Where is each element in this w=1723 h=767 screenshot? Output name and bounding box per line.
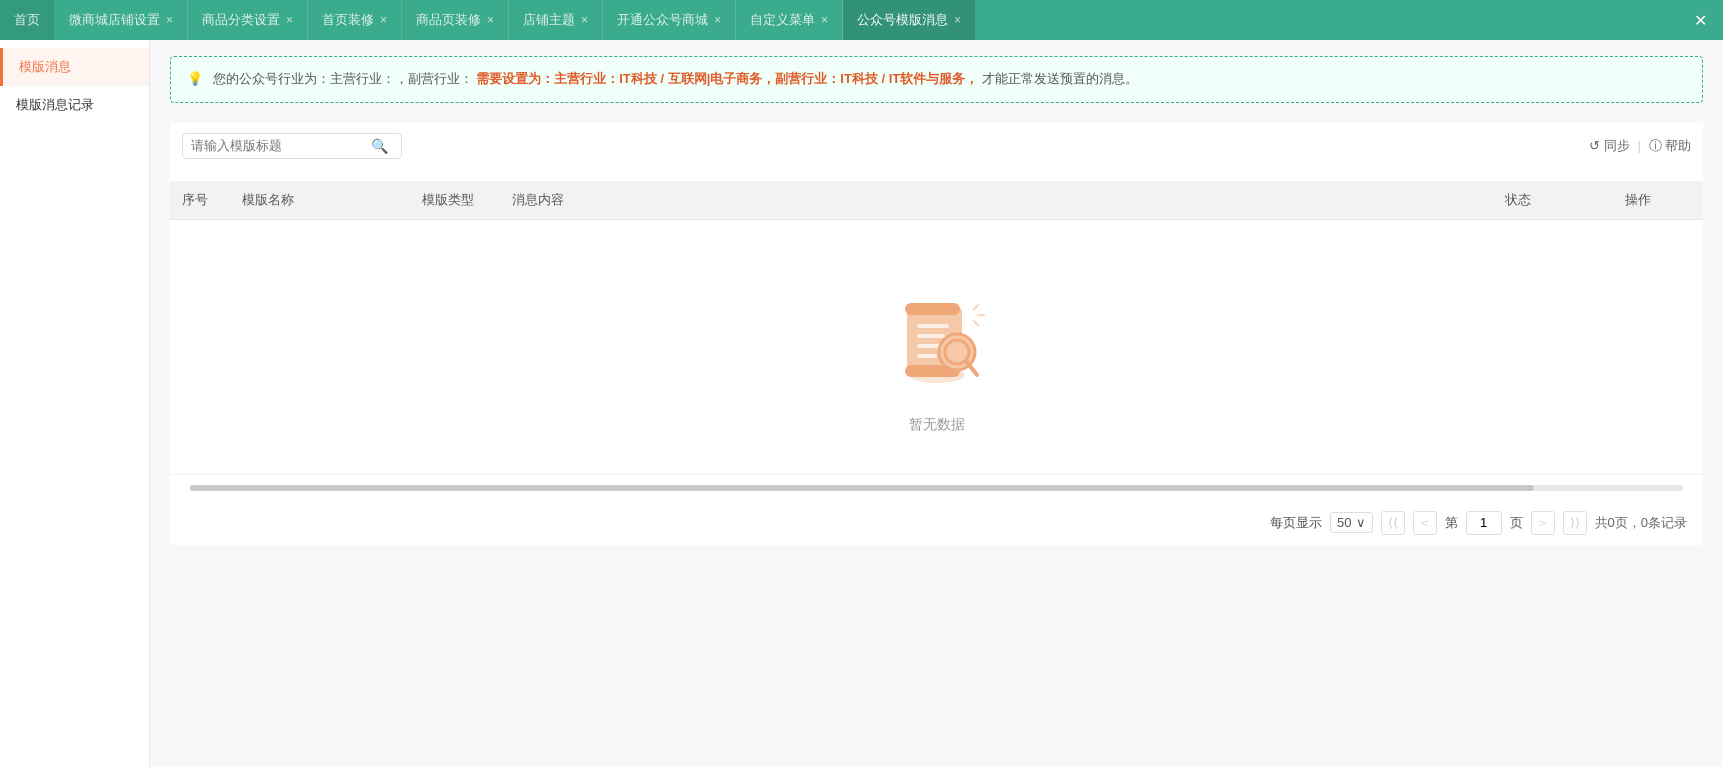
- svg-rect-7: [917, 354, 937, 358]
- close-tab-product-decor[interactable]: ×: [487, 13, 494, 27]
- svg-line-13: [973, 320, 979, 326]
- notice-highlight: 需要设置为：主营行业：IT科技 / 互联网|电子商务，副营行业：IT科技 / I…: [476, 71, 978, 86]
- prev-page-button[interactable]: ＜: [1413, 511, 1437, 535]
- bulb-icon: 💡: [187, 71, 203, 86]
- tab-product-decor[interactable]: 商品页装修 ×: [402, 0, 509, 40]
- sidebar-item-template-msg[interactable]: 模版消息: [0, 48, 149, 86]
- page-size-select[interactable]: 50 ∨: [1330, 512, 1372, 533]
- page-size-label: 每页显示: [1270, 514, 1322, 532]
- pagination-bar: 每页显示 50 ∨ ⟨⟨ ＜ 第 页 ＞ ⟩⟩: [170, 501, 1703, 545]
- first-page-button[interactable]: ⟨⟨: [1381, 511, 1405, 535]
- main-layout: 模版消息 模版消息记录 💡 您的公众号行业为：主营行业：，副营行业： 需要设置为…: [0, 40, 1723, 767]
- divider: |: [1638, 138, 1641, 153]
- last-page-button[interactable]: ⟩⟩: [1563, 511, 1587, 535]
- empty-illustration: [877, 280, 997, 400]
- sidebar: 模版消息 模版消息记录: [0, 40, 150, 767]
- empty-row: 暂无数据: [170, 219, 1703, 474]
- tab-store-theme[interactable]: 店铺主题 ×: [509, 0, 603, 40]
- page-word: 第: [1445, 514, 1458, 532]
- page-unit: 页: [1510, 514, 1523, 532]
- scroll-track[interactable]: [190, 485, 1683, 491]
- close-tab-template-msg[interactable]: ×: [954, 13, 961, 27]
- svg-rect-4: [917, 324, 949, 328]
- close-tab-weshop[interactable]: ×: [166, 13, 173, 27]
- empty-text: 暂无数据: [909, 416, 965, 434]
- col-index: 序号: [170, 181, 230, 220]
- notice-banner: 💡 您的公众号行业为：主营行业：，副营行业： 需要设置为：主营行业：IT科技 /…: [170, 56, 1703, 103]
- svg-line-11: [973, 304, 979, 310]
- table-header-row: 序号 模版名称 模版类型 消息内容 状态 操作: [170, 181, 1703, 220]
- global-close-button[interactable]: ✕: [1678, 11, 1723, 30]
- first-page-icon: ⟨⟨: [1388, 515, 1398, 530]
- total-text: 共0页，0条记录: [1595, 514, 1687, 532]
- col-name: 模版名称: [230, 181, 410, 220]
- tab-open-mall[interactable]: 开通公众号商城 ×: [603, 0, 736, 40]
- search-icon[interactable]: 🔍: [371, 138, 388, 154]
- close-tab-open-mall[interactable]: ×: [714, 13, 721, 27]
- page-number-input[interactable]: [1466, 511, 1502, 535]
- col-content: 消息内容: [500, 181, 1493, 220]
- content-area: 💡 您的公众号行业为：主营行业：，副营行业： 需要设置为：主营行业：IT科技 /…: [150, 40, 1723, 767]
- search-input-wrap: 🔍: [182, 133, 402, 159]
- table-wrapper: 🔍 ↺ 同步 | ⓘ 帮助 序号: [170, 123, 1703, 545]
- tab-home[interactable]: 首页: [0, 0, 55, 40]
- last-page-icon: ⟩⟩: [1570, 515, 1580, 530]
- help-circle-icon: ⓘ: [1649, 137, 1662, 155]
- close-tab-custom-menu[interactable]: ×: [821, 13, 828, 27]
- col-type: 模版类型: [410, 181, 500, 220]
- help-button[interactable]: ⓘ 帮助: [1649, 137, 1691, 155]
- scroll-thumb: [190, 485, 1534, 491]
- sync-icon: ↺: [1589, 138, 1600, 153]
- next-page-icon: ＞: [1536, 514, 1549, 532]
- sidebar-item-template-msg-record[interactable]: 模版消息记录: [0, 86, 149, 124]
- tab-custom-menu[interactable]: 自定义菜单 ×: [736, 0, 843, 40]
- col-action: 操作: [1613, 181, 1703, 220]
- notice-prefix: 您的公众号行业为：主营行业：，副营行业：: [213, 71, 473, 86]
- toolbar-right: ↺ 同步 | ⓘ 帮助: [1589, 137, 1691, 155]
- page-size-value: 50: [1337, 515, 1351, 530]
- scroll-bar-row: [170, 474, 1703, 501]
- prev-page-icon: ＜: [1418, 514, 1431, 532]
- tab-template-msg[interactable]: 公众号模版消息 ×: [843, 0, 976, 40]
- svg-rect-2: [905, 303, 960, 315]
- next-page-button[interactable]: ＞: [1531, 511, 1555, 535]
- top-nav: 首页 微商城店铺设置 × 商品分类设置 × 首页装修 × 商品页装修 × 店铺主…: [0, 0, 1723, 40]
- data-table: 序号 模版名称 模版类型 消息内容 状态 操作: [170, 181, 1703, 474]
- search-area: 🔍 ↺ 同步 | ⓘ 帮助: [170, 123, 1703, 169]
- svg-rect-5: [917, 334, 945, 338]
- tab-category[interactable]: 商品分类设置 ×: [188, 0, 308, 40]
- tab-homepage-decor[interactable]: 首页装修 ×: [308, 0, 402, 40]
- empty-state: 暂无数据: [170, 220, 1703, 474]
- close-tab-category[interactable]: ×: [286, 13, 293, 27]
- notice-suffix: 才能正常发送预置的消息。: [982, 71, 1138, 86]
- sync-button[interactable]: ↺ 同步: [1589, 137, 1630, 155]
- close-tab-homepage-decor[interactable]: ×: [380, 13, 387, 27]
- search-input[interactable]: [191, 138, 371, 153]
- chevron-down-icon: ∨: [1356, 515, 1366, 530]
- tab-weshop[interactable]: 微商城店铺设置 ×: [55, 0, 188, 40]
- close-tab-store-theme[interactable]: ×: [581, 13, 588, 27]
- col-status: 状态: [1493, 181, 1613, 220]
